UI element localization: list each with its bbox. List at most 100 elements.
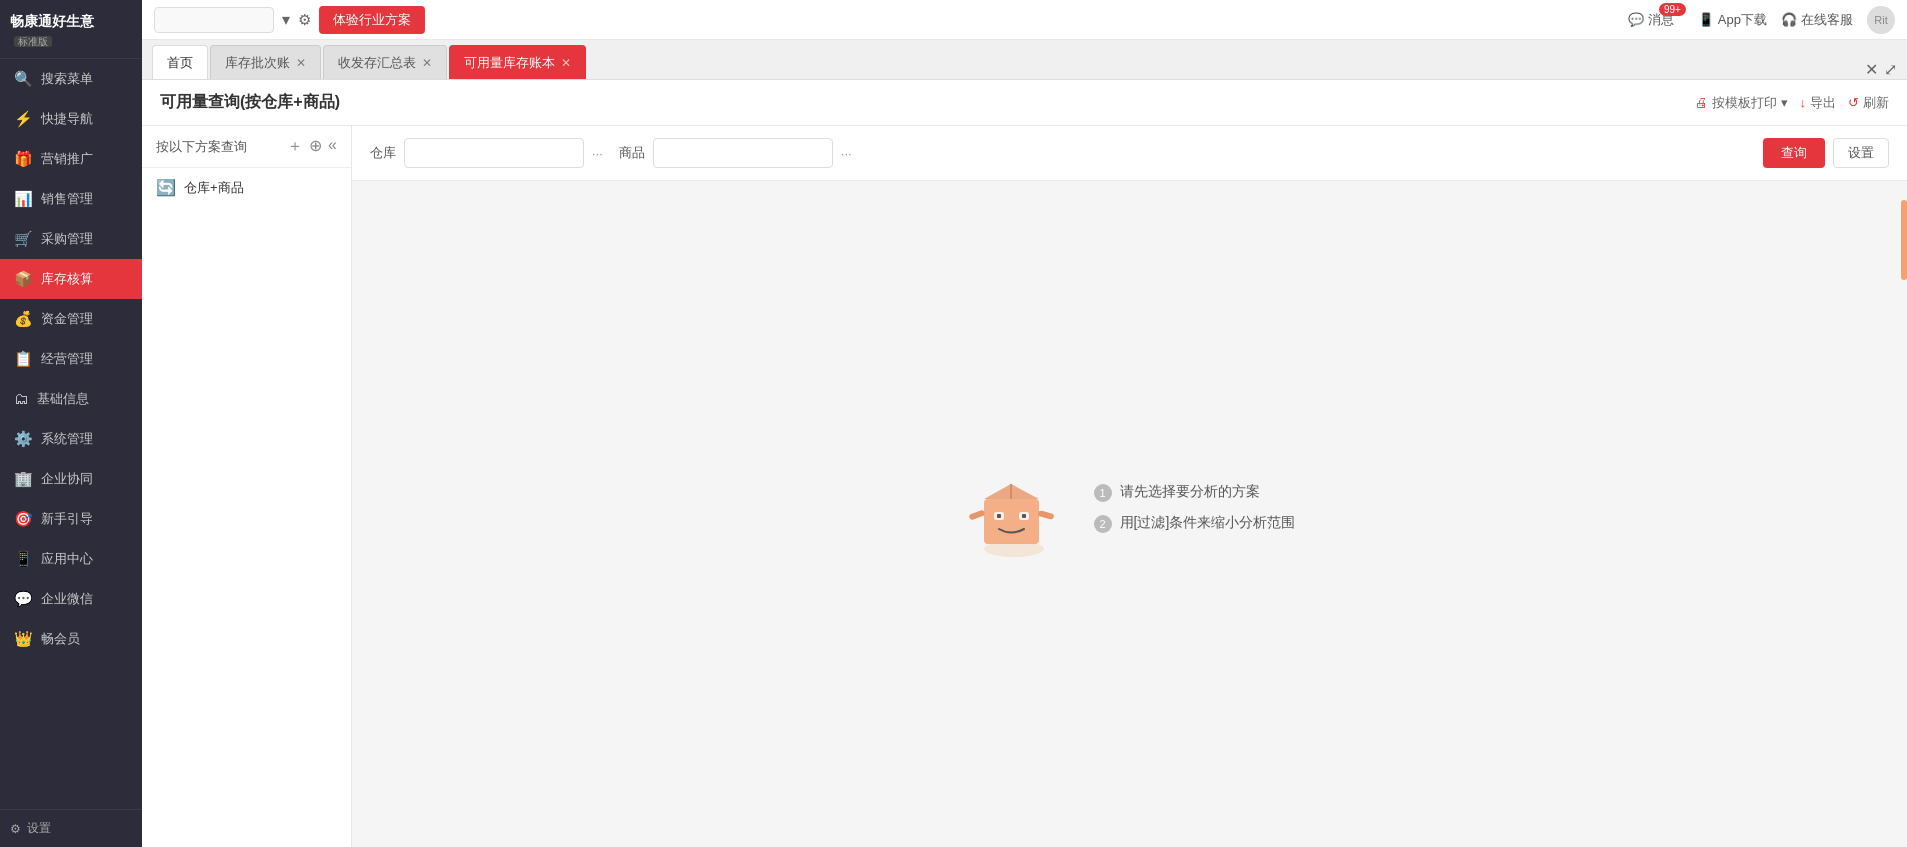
filter-item-label: 仓库+商品	[184, 179, 244, 197]
tab-batch-label: 库存批次账	[225, 54, 290, 72]
page-header-actions: 🖨 按模板打印 ▾ ↓ 导出 ↺ 刷新	[1695, 94, 1890, 112]
sidebar-item-shortcut[interactable]: ⚡快捷导航	[0, 99, 142, 139]
service-item[interactable]: 🎧 在线客服	[1781, 11, 1853, 29]
filter-item-icon: 🔄	[156, 178, 176, 197]
tab-batch[interactable]: 库存批次账 ✕	[210, 45, 321, 79]
message-item[interactable]: 💬 消息 99+	[1628, 11, 1674, 29]
page-header: 可用量查询(按仓库+商品) 🖨 按模板打印 ▾ ↓ 导出 ↺ 刷新	[142, 80, 1907, 126]
settings-btn[interactable]: 设置	[1833, 138, 1889, 168]
tab-available-close[interactable]: ✕	[561, 56, 571, 70]
sidebar-item-inventory[interactable]: 📦库存核算	[0, 259, 142, 299]
filter-header-icons: ＋ ⊕ «	[287, 136, 337, 157]
sidebar-label-member: 畅会员	[41, 630, 80, 648]
query-actions: 查询 设置	[1763, 138, 1889, 168]
print-action[interactable]: 🖨 按模板打印 ▾	[1695, 94, 1788, 112]
svg-rect-8	[968, 509, 985, 520]
product-field: 商品 ···	[619, 138, 852, 168]
hint-text-2: 用[过滤]条件来缩小分析范围	[1120, 514, 1296, 532]
sidebar-item-member[interactable]: 👑畅会员	[0, 619, 142, 659]
empty-illustration	[964, 464, 1064, 564]
sidebar-label-search: 搜索菜单	[41, 70, 93, 88]
sidebar-label-enterprise: 企业协同	[41, 470, 93, 488]
refresh-action[interactable]: ↺ 刷新	[1848, 94, 1889, 112]
sidebar-icon-newbie: 🎯	[14, 510, 33, 528]
sidebar-icon-enterprise: 🏢	[14, 470, 33, 488]
sidebar-icon-base: 🗂	[14, 390, 29, 407]
filter-item-warehouse-product[interactable]: 🔄 仓库+商品	[142, 168, 351, 207]
warehouse-more[interactable]: ···	[592, 146, 603, 161]
print-dropdown-icon[interactable]: ▾	[1781, 95, 1788, 110]
sidebar-label-shortcut: 快捷导航	[41, 110, 93, 128]
sidebar-icon-finance: 💰	[14, 310, 33, 328]
filter-header: 按以下方案查询 ＋ ⊕ «	[142, 126, 351, 168]
service-icon: 🎧	[1781, 12, 1797, 27]
sidebar-item-apps[interactable]: 📱 应用中心	[0, 539, 142, 579]
tab-home[interactable]: 首页	[152, 45, 208, 79]
tab-batch-close[interactable]: ✕	[296, 56, 306, 70]
print-label: 按模板打印	[1712, 94, 1777, 112]
sidebar-label-inventory: 库存核算	[41, 270, 93, 288]
settings-icon: ⚙	[10, 822, 21, 836]
product-input[interactable]	[653, 138, 833, 168]
sidebar-item-sales[interactable]: 📊销售管理	[0, 179, 142, 219]
tab-available[interactable]: 可用量库存账本 ✕	[449, 45, 586, 79]
message-badge: 99+	[1659, 3, 1686, 16]
sidebar-icon-search: 🔍	[14, 70, 33, 88]
query-btn[interactable]: 查询	[1763, 138, 1825, 168]
content-area: 按以下方案查询 ＋ ⊕ « 🔄 仓库+商品 仓库 ···	[142, 126, 1907, 847]
collapse-filter-icon[interactable]: «	[328, 136, 337, 157]
avatar[interactable]: Rit	[1867, 6, 1895, 34]
sidebar: 畅康通好生意 标准版 🔍 搜索菜单 ⚡快捷导航🎁营销推广📊销售管理 🛒 采购管理 📦库存核…	[0, 0, 142, 847]
gear-icon[interactable]: ⚙	[298, 11, 311, 29]
sidebar-item-wechat[interactable]: 💬企业微信	[0, 579, 142, 619]
refresh-icon: ↺	[1848, 95, 1859, 110]
sidebar-icon-purchase: 🛒	[14, 230, 33, 248]
sidebar-label-operation: 经营管理	[41, 350, 93, 368]
tabbar: 首页 库存批次账 ✕ 收发存汇总表 ✕ 可用量库存账本 ✕ ✕ ⤢	[142, 40, 1907, 80]
tab-home-label: 首页	[167, 54, 193, 72]
empty-hint-2: 2 用[过滤]条件来缩小分析范围	[1094, 514, 1296, 533]
query-area: 仓库 ··· 商品 ··· 查询 设置	[352, 126, 1907, 847]
sidebar-item-newbie[interactable]: 🎯 新手引导	[0, 499, 142, 539]
sidebar-item-marketing[interactable]: 🎁营销推广	[0, 139, 142, 179]
tab-summary-close[interactable]: ✕	[422, 56, 432, 70]
empty-hint-1: 1 请先选择要分析的方案	[1094, 483, 1296, 502]
sidebar-item-operation[interactable]: 📋 经营管理	[0, 339, 142, 379]
topbar-right: 💬 消息 99+ 📱 App下载 🎧 在线客服 Rit	[1628, 6, 1895, 34]
app-label: App下载	[1718, 11, 1767, 29]
sidebar-icon-apps: 📱	[14, 550, 33, 568]
sidebar-label-wechat: 企业微信	[41, 590, 93, 608]
sidebar-item-finance[interactable]: 💰 资金管理	[0, 299, 142, 339]
industry-btn[interactable]: 体验行业方案	[319, 6, 425, 34]
sidebar-label-finance: 资金管理	[41, 310, 93, 328]
sidebar-logo-title: 畅康通好生意	[10, 12, 132, 32]
product-more[interactable]: ···	[841, 146, 852, 161]
config-filter-icon[interactable]: ⊕	[309, 136, 322, 157]
topbar: ▾ ⚙ 体验行业方案 💬 消息 99+ 📱 App下载 🎧 在线客服 Rit	[142, 0, 1907, 40]
sidebar-item-enterprise[interactable]: 🏢 企业协同	[0, 459, 142, 499]
sidebar-item-purchase[interactable]: 🛒 采购管理	[0, 219, 142, 259]
warehouse-input[interactable]	[404, 138, 584, 168]
search-input[interactable]	[154, 7, 274, 33]
add-filter-icon[interactable]: ＋	[287, 136, 303, 157]
svg-rect-9	[1037, 510, 1054, 520]
sidebar-label-purchase: 采购管理	[41, 230, 93, 248]
tab-available-label: 可用量库存账本	[464, 54, 555, 72]
tab-expand-btn[interactable]: ⤢	[1884, 60, 1897, 79]
sidebar-item-base[interactable]: 🗂基础信息	[0, 379, 142, 419]
sidebar-settings-label: 设置	[27, 820, 51, 837]
dropdown-icon[interactable]: ▾	[282, 10, 290, 29]
sidebar-bottom[interactable]: ⚙ 设置	[0, 809, 142, 847]
export-action[interactable]: ↓ 导出	[1800, 94, 1837, 112]
sidebar-item-system[interactable]: ⚙️系统管理	[0, 419, 142, 459]
tab-summary[interactable]: 收发存汇总表 ✕	[323, 45, 447, 79]
right-scrollbar[interactable]	[1901, 200, 1907, 280]
print-icon: 🖨	[1695, 95, 1708, 110]
sidebar-label-newbie: 新手引导	[41, 510, 93, 528]
tab-close-btn[interactable]: ✕	[1865, 60, 1878, 79]
app-download-item[interactable]: 📱 App下载	[1698, 11, 1767, 29]
sidebar-icon-operation: 📋	[14, 350, 33, 368]
sidebar-logo-badge: 标准版	[14, 36, 52, 47]
sidebar-label-apps: 应用中心	[41, 550, 93, 568]
sidebar-item-search[interactable]: 🔍 搜索菜单	[0, 59, 142, 99]
